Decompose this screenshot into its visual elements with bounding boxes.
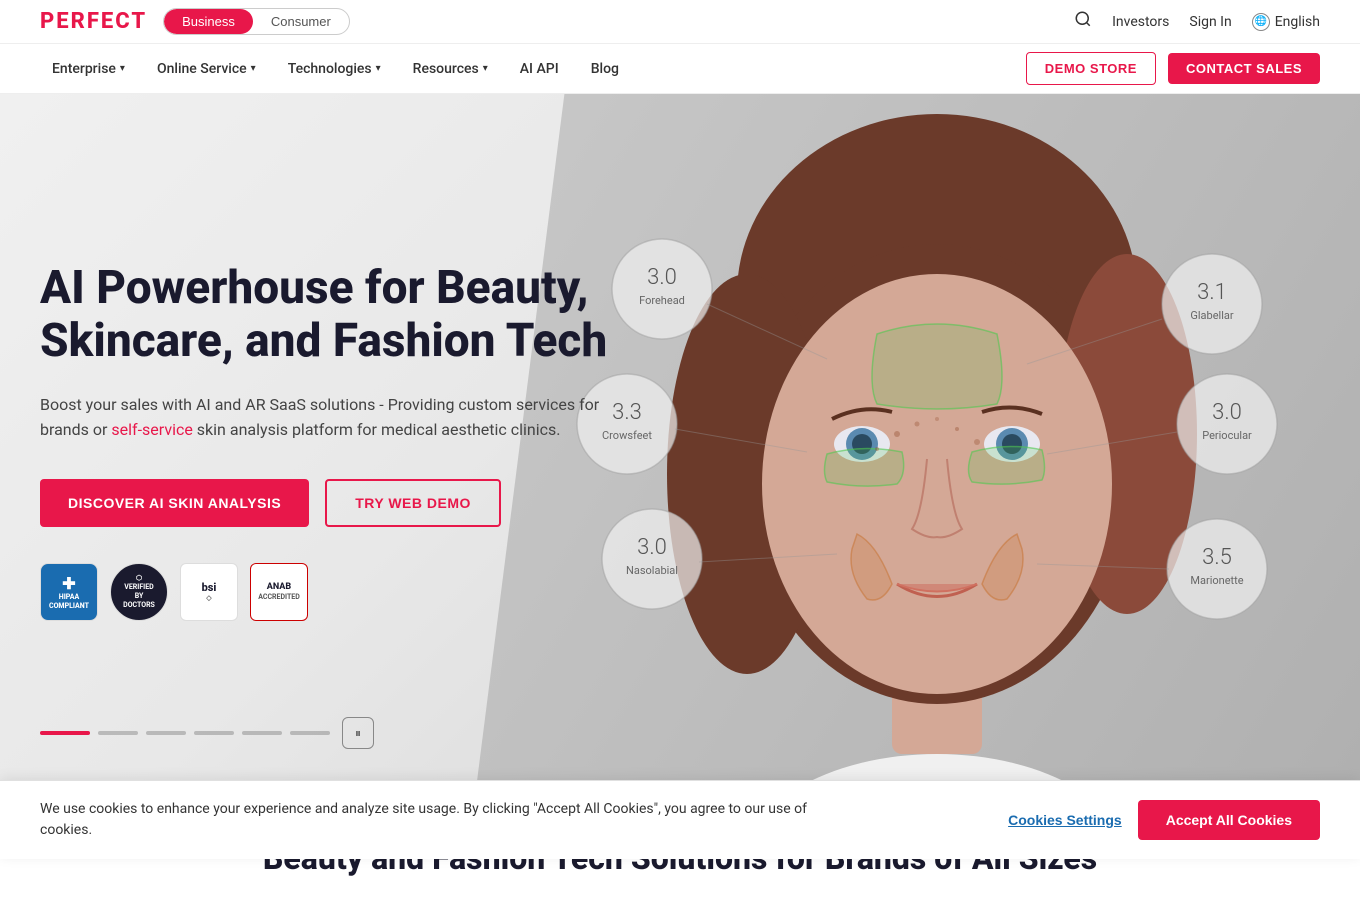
globe-icon: 🌐: [1252, 13, 1270, 31]
chevron-down-icon: ▾: [251, 63, 256, 74]
nav-ai-api[interactable]: AI API: [508, 47, 571, 91]
slider-dot-1[interactable]: [40, 731, 90, 735]
business-toggle[interactable]: Business: [164, 9, 253, 34]
try-web-demo-button[interactable]: TRY WEB DEMO: [325, 479, 501, 527]
language-label: English: [1275, 14, 1320, 30]
cookie-actions: Cookies Settings Accept All Cookies: [1008, 800, 1320, 840]
discover-skin-analysis-button[interactable]: DISCOVER AI SKIN ANALYSIS: [40, 479, 309, 527]
hero-subtitle-text2: skin analysis platform for medical aesth…: [193, 420, 561, 439]
demo-store-button[interactable]: DEMO STORE: [1026, 52, 1156, 85]
slider-dot-2[interactable]: [98, 731, 138, 735]
investors-link[interactable]: Investors: [1112, 14, 1169, 30]
contact-sales-button[interactable]: CONTACT SALES: [1168, 53, 1320, 84]
cookie-text: We use cookies to enhance your experienc…: [40, 799, 840, 841]
slider-dot-6[interactable]: [290, 731, 330, 735]
accept-cookies-button[interactable]: Accept All Cookies: [1138, 800, 1320, 840]
chevron-down-icon: ▾: [120, 63, 125, 74]
consumer-toggle[interactable]: Consumer: [253, 9, 349, 34]
top-bar-right: Investors Sign In 🌐 English: [1074, 10, 1320, 33]
hero-buttons: DISCOVER AI SKIN ANALYSIS TRY WEB DEMO: [40, 479, 660, 527]
nav-actions: DEMO STORE CONTACT SALES: [1026, 52, 1320, 85]
nav-resources[interactable]: Resources ▾: [401, 47, 500, 91]
pause-button[interactable]: ⏸: [342, 717, 374, 749]
pause-icon: ⏸: [355, 726, 361, 741]
hipaa-badge: ✚ HIPAA COMPLIANT: [40, 563, 98, 621]
slider-dot-3[interactable]: [146, 731, 186, 735]
chevron-down-icon: ▾: [376, 63, 381, 74]
cookies-settings-button[interactable]: Cookies Settings: [1008, 812, 1122, 828]
nav-blog[interactable]: Blog: [579, 47, 631, 91]
nav-links: Enterprise ▾ Online Service ▾ Technologi…: [40, 47, 631, 91]
verified-doctors-badge: ⬡ VERIFIED BY DOCTORS: [110, 563, 168, 621]
logo[interactable]: PERFECT: [40, 9, 147, 34]
hero-title: AI Powerhouse for Beauty, Skincare, and …: [40, 262, 660, 368]
search-icon[interactable]: [1074, 10, 1092, 33]
language-selector[interactable]: 🌐 English: [1252, 13, 1320, 31]
top-bar: PERFECT Business Consumer Investors Sign…: [0, 0, 1360, 44]
bsi-badge: bsi ◇: [180, 563, 238, 621]
signin-link[interactable]: Sign In: [1189, 14, 1231, 30]
self-service-link[interactable]: self-service: [111, 420, 192, 439]
trust-badges: ✚ HIPAA COMPLIANT ⬡ VERIFIED BY DOCTORS …: [40, 563, 660, 621]
slider-controls: ⏸: [40, 717, 374, 749]
cookie-banner: We use cookies to enhance your experienc…: [0, 780, 1360, 859]
nav-bar: Enterprise ▾ Online Service ▾ Technologi…: [0, 44, 1360, 94]
nav-online-service[interactable]: Online Service ▾: [145, 47, 268, 91]
hero-section: 3.0 Forehead 3.1 Glabellar 3.3 Crowsfeet…: [0, 94, 1360, 789]
chevron-down-icon: ▾: [483, 63, 488, 74]
slider-dot-4[interactable]: [194, 731, 234, 735]
nav-technologies[interactable]: Technologies ▾: [276, 47, 393, 91]
top-bar-left: PERFECT Business Consumer: [40, 8, 350, 35]
hero-subtitle: Boost your sales with AI and AR SaaS sol…: [40, 392, 620, 443]
hero-content: AI Powerhouse for Beauty, Skincare, and …: [0, 262, 700, 621]
nav-enterprise[interactable]: Enterprise ▾: [40, 47, 137, 91]
anab-badge: ANAB ACCREDITED: [250, 563, 308, 621]
business-consumer-toggle: Business Consumer: [163, 8, 350, 35]
slider-dot-5[interactable]: [242, 731, 282, 735]
